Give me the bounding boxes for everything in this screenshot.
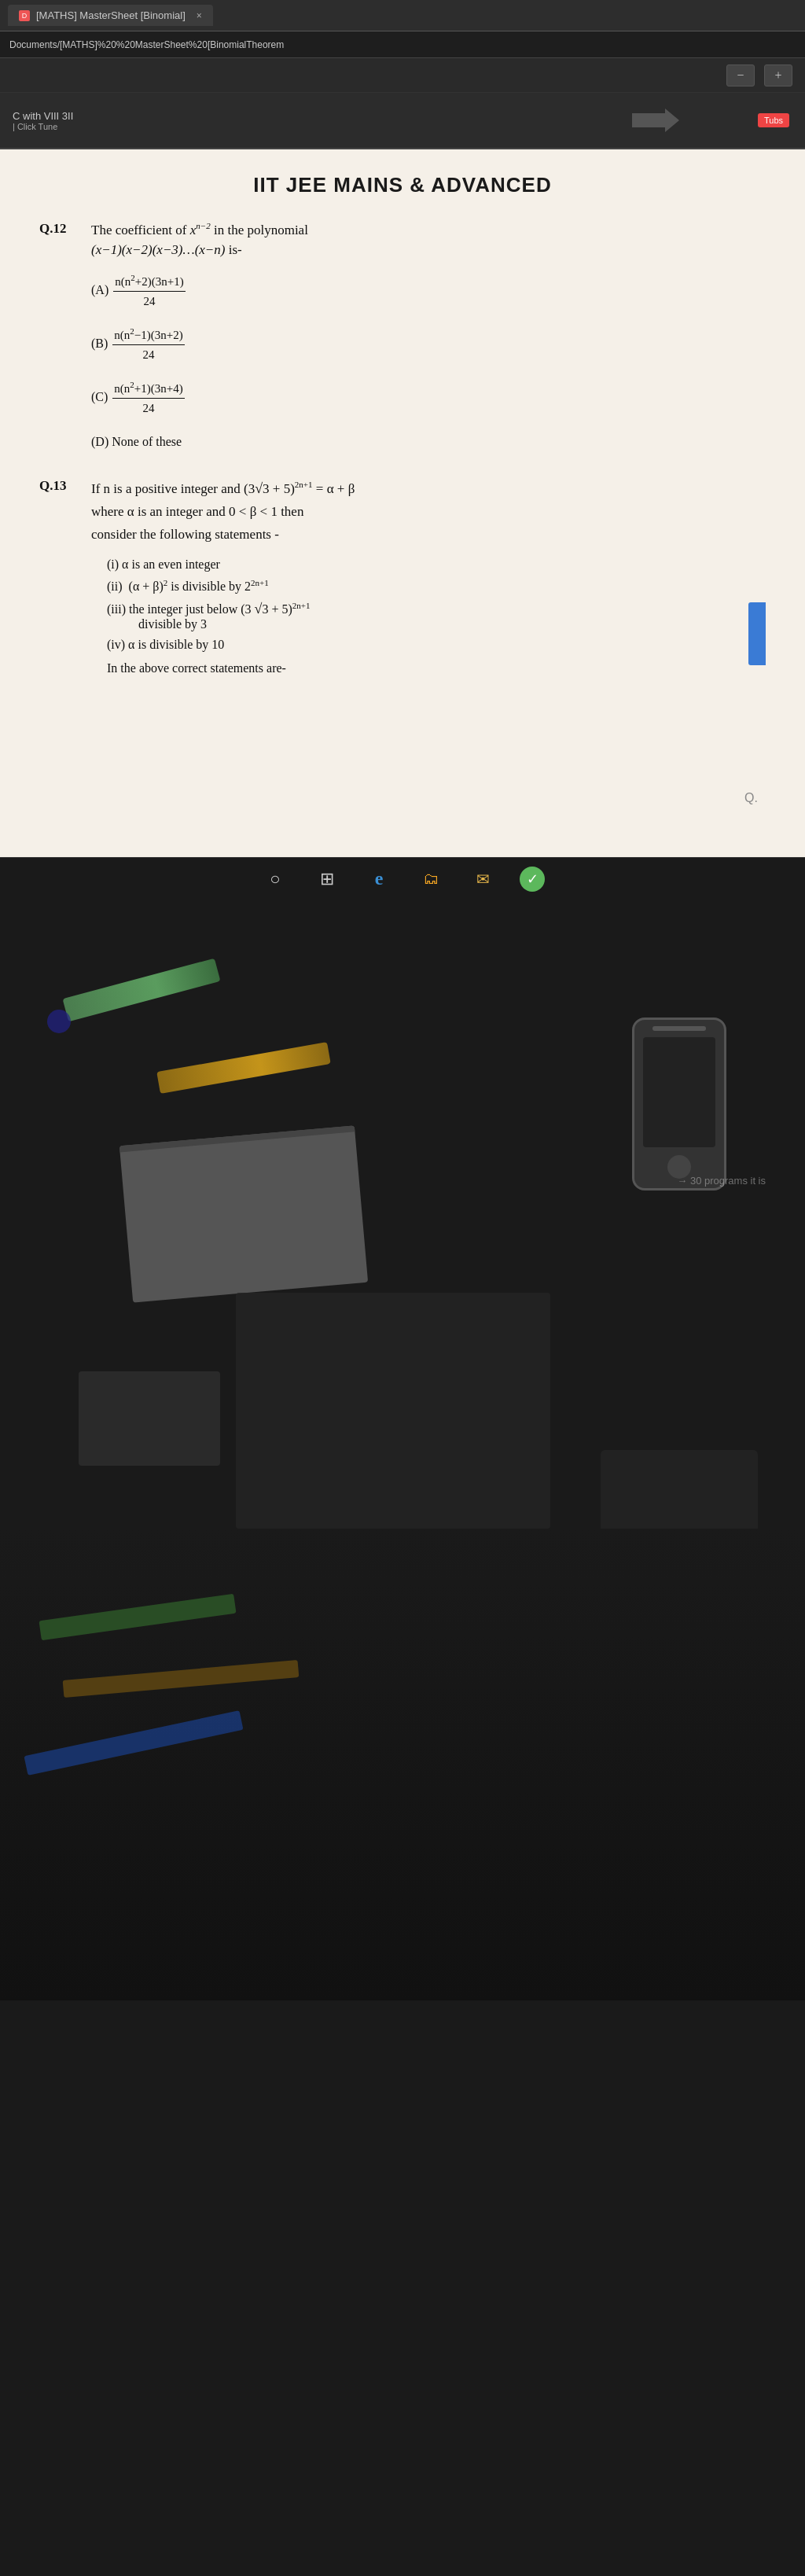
dark-block-1 xyxy=(236,1293,550,1529)
q12-option-b-denominator: 24 xyxy=(142,345,156,364)
q12-option-c-numerator: n(n2+1)(3n+4) xyxy=(112,378,184,399)
content-area: IIT JEE MAINS & ADVANCED Q.12 The coeffi… xyxy=(0,149,805,857)
q13-side-badge xyxy=(748,602,766,665)
q13-stmt-ii: (ii) (α + β)2 is divisible by 22n+1 xyxy=(107,578,766,594)
address-bar: Documents/[MATHS]%20%20MasterSheet%20[Bi… xyxy=(0,31,805,58)
dark-block-2 xyxy=(79,1371,220,1466)
lower-gradient xyxy=(0,1529,805,2000)
maximize-button[interactable]: + xyxy=(764,64,792,86)
q12-options: (A) n(n2+2)(3n+1) 24 (B) n(n2−1)(3n+2) 2… xyxy=(91,271,766,452)
header-logo: C with VIII 3II | Click Tune xyxy=(13,110,73,131)
q12-option-d: (D) None of these xyxy=(91,432,766,452)
q12-option-a-label: (A) xyxy=(91,282,108,296)
q12-option-a-numerator: n(n2+2)(3n+1) xyxy=(113,271,185,292)
book-decoration xyxy=(119,1125,368,1302)
taskbar-mail-icon[interactable]: ✉ xyxy=(468,864,498,894)
question-12-block: Q.12 The coefficient of xn−2 in the poly… xyxy=(39,219,766,451)
q13-stmt-i: (i) α is an even integer xyxy=(107,558,766,572)
tab-close-button[interactable]: × xyxy=(197,10,202,21)
pen-2-decoration xyxy=(156,1042,331,1094)
q12-option-c: (C) n(n2+1)(3n+4) 24 xyxy=(91,378,766,418)
phone-screen xyxy=(643,1037,715,1147)
header-banner: C with VIII 3II | Click Tune Tubs xyxy=(0,93,805,149)
q12-option-c-fraction: n(n2+1)(3n+4) 24 xyxy=(112,378,184,418)
q12-option-b-fraction: n(n2−1)(3n+2) 24 xyxy=(112,325,184,364)
pen-1-decoration xyxy=(63,959,221,1022)
q12-option-d-label: (D) xyxy=(91,435,108,448)
header-line2: | Click Tune xyxy=(13,122,73,131)
q13-stmt-iv: (iv) α is divisible by 10 xyxy=(107,638,766,652)
q12-option-c-denominator: 24 xyxy=(142,399,156,418)
window-controls: − + xyxy=(0,58,805,93)
q12-option-a-fraction: n(n2+2)(3n+1) 24 xyxy=(113,271,185,311)
q12-option-a-denominator: 24 xyxy=(142,292,156,311)
phone-speaker xyxy=(652,1026,706,1031)
q12-option-b-label: (B) xyxy=(91,336,108,349)
header-badge: Tubs xyxy=(758,113,789,127)
taskbar-check-icon[interactable]: ✓ xyxy=(520,867,545,892)
phone-decoration xyxy=(632,1018,726,1190)
q12-option-b-numerator: n(n2−1)(3n+2) xyxy=(112,325,184,345)
question-12-row: Q.12 The coefficient of xn−2 in the poly… xyxy=(39,219,766,260)
question-13-row: Q.13 If n is a positive integer and (3√3… xyxy=(39,477,766,546)
tab-favicon: D xyxy=(19,10,30,21)
taskbar-files-icon[interactable]: 🗂 xyxy=(416,864,446,894)
q12-text: The coefficient of xn−2 in the polynomia… xyxy=(91,219,766,260)
book-spine xyxy=(119,1125,355,1152)
taskbar: ○ ⊞ e 🗂 ✉ ✓ xyxy=(0,857,805,900)
taskbar-circle-icon[interactable]: ○ xyxy=(260,864,290,894)
q12-number: Q.12 xyxy=(39,219,79,260)
q12-option-b: (B) n(n2−1)(3n+2) 24 xyxy=(91,325,766,364)
q12-option-d-text: None of these xyxy=(112,435,182,448)
blue-cap-decoration xyxy=(47,1010,71,1033)
q13-statements: (i) α is an even integer (ii) (α + β)2 i… xyxy=(91,558,766,675)
q13-stmt-iii: (iii) the integer just below (3 √3 + 5)2… xyxy=(107,600,766,631)
header-line1: C with VIII 3II xyxy=(13,110,73,122)
q13-text: If n is a positive integer and (3√3 + 5)… xyxy=(91,477,355,546)
minimize-button[interactable]: − xyxy=(726,64,755,86)
page-heading: IIT JEE MAINS & ADVANCED xyxy=(39,173,766,197)
q13-side-q-label: Q. xyxy=(744,791,758,805)
q12-variable: xn−2 xyxy=(190,223,211,237)
q13-then: then xyxy=(281,504,303,519)
tab-title: [MATHS] MasterSheet [Binomial] xyxy=(36,9,186,21)
q13-number: Q.13 xyxy=(39,477,79,546)
header-arrow-icon xyxy=(632,109,679,132)
q12-exponent: n−2 xyxy=(196,221,210,230)
taskbar-grid-icon[interactable]: ⊞ xyxy=(312,864,342,894)
address-text: Documents/[MATHS]%20%20MasterSheet%20[Bi… xyxy=(9,39,284,50)
q13-conclusion: In the above correct statements are- xyxy=(107,661,766,675)
q12-polynomial: (x−1)(x−2)(x−3)…(x−n) xyxy=(91,242,225,257)
q12-option-c-label: (C) xyxy=(91,389,108,403)
q12-option-a: (A) n(n2+2)(3n+1) 24 xyxy=(91,271,766,311)
question-13-block: Q.13 If n is a positive integer and (3√3… xyxy=(39,477,766,675)
lower-decorative-objects: → 30 programs it is xyxy=(0,900,805,2000)
browser-chrome: D [MATHS] MasterSheet [Binomial] × xyxy=(0,0,805,31)
taskbar-edge-icon[interactable]: e xyxy=(364,864,394,894)
lower-text-overlay: → 30 programs it is xyxy=(677,1175,766,1187)
browser-tab[interactable]: D [MATHS] MasterSheet [Binomial] × xyxy=(8,5,213,26)
lower-area: → 30 programs it is xyxy=(0,900,805,2000)
